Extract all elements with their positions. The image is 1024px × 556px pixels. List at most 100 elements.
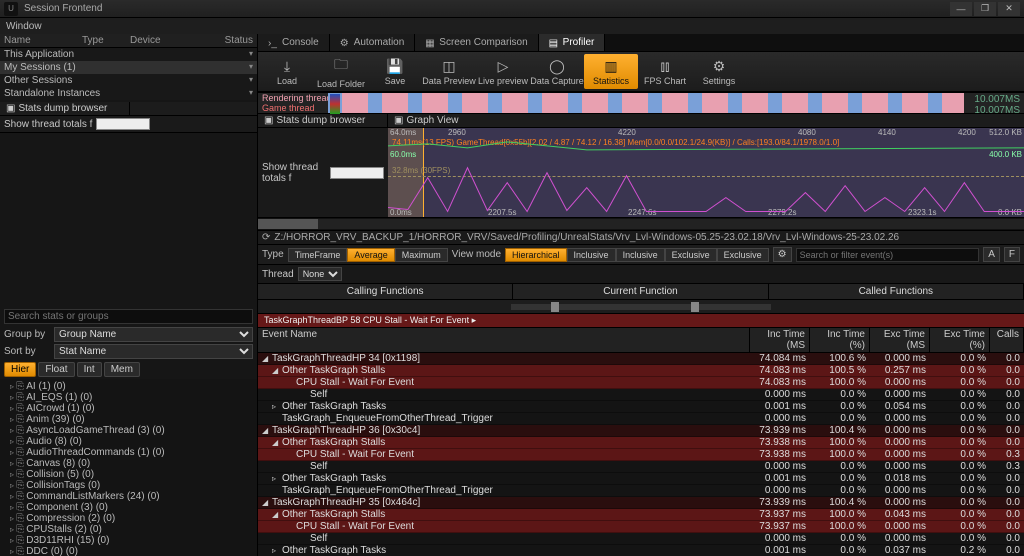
expand-icon[interactable]: ▣ bbox=[6, 103, 15, 114]
window-maximize-button[interactable]: ❐ bbox=[974, 2, 996, 16]
event-row[interactable]: ▹Other TaskGraph Tasks0.001 ms0.0 %0.018… bbox=[258, 473, 1024, 485]
col-exc-pct[interactable]: Exc Time (%) bbox=[930, 328, 990, 352]
type-option-maximum[interactable]: Maximum bbox=[395, 248, 448, 262]
menu-window[interactable]: Window bbox=[6, 21, 42, 32]
event-search-input[interactable] bbox=[796, 248, 980, 262]
view-option-hierarchical-0[interactable]: Hierarchical bbox=[505, 248, 567, 262]
stat-group-item[interactable]: ⎘D3D11RHI (15) (0) bbox=[8, 535, 255, 546]
event-row[interactable]: TaskGraph_EnqueueFromOtherThread_Trigger… bbox=[258, 413, 1024, 425]
hier-tab-button[interactable]: Hier bbox=[4, 362, 36, 377]
col-calls[interactable]: Calls bbox=[990, 328, 1024, 352]
tab-profiler[interactable]: ▤Profiler bbox=[539, 34, 606, 51]
stat-group-item[interactable]: ⎘AsyncLoadGameThread (3) (0) bbox=[8, 425, 255, 436]
event-row[interactable]: ◢TaskGraphThreadHP 35 [0x464c]73.939 ms1… bbox=[258, 497, 1024, 509]
calling-functions-header[interactable]: Calling Functions bbox=[258, 284, 513, 299]
type-option-average[interactable]: Average bbox=[347, 248, 394, 262]
graph-view[interactable]: 74.11ms(13 FPS) GameThread[0x55b][2.02 /… bbox=[388, 128, 1024, 218]
event-row[interactable]: TaskGraph_EnqueueFromOtherThread_Trigger… bbox=[258, 485, 1024, 497]
session-group[interactable]: Standalone Instances▾ bbox=[0, 87, 257, 100]
stat-group-item[interactable]: ⎘CommandListMarkers (24) (0) bbox=[8, 491, 255, 502]
view-option-inclusive-2[interactable]: Inclusive bbox=[616, 248, 665, 262]
tool-data-preview[interactable]: ◫Data Preview bbox=[422, 54, 476, 89]
view-option-exclusive-3[interactable]: Exclusive bbox=[665, 248, 717, 262]
stat-group-item[interactable]: ⎘CollisionTags (0) bbox=[8, 480, 255, 491]
tool-settings[interactable]: ⚙Settings bbox=[692, 54, 746, 89]
tool-load-folder[interactable]: 🗀Load Folder bbox=[314, 54, 368, 89]
col-device[interactable]: Device bbox=[130, 35, 200, 46]
stat-group-item[interactable]: ⎘Compression (2) (0) bbox=[8, 513, 255, 524]
event-table-body[interactable]: ◢TaskGraphThreadHP 34 [0x1198]74.084 ms1… bbox=[258, 353, 1024, 556]
mem-tab-button[interactable]: Mem bbox=[104, 362, 140, 377]
thread-overview-strip[interactable]: Rendering thread Game thread 10.007MS10.… bbox=[258, 92, 1024, 114]
filter-f-button[interactable]: F bbox=[1004, 247, 1020, 262]
tab-console[interactable]: ›_Console bbox=[258, 34, 330, 51]
tool-data-capture[interactable]: ◯Data Capture bbox=[530, 54, 584, 89]
window-close-button[interactable]: ✕ bbox=[998, 2, 1020, 16]
event-row[interactable]: CPU Stall - Wait For Event73.938 ms100.0… bbox=[258, 449, 1024, 461]
int-tab-button[interactable]: Int bbox=[77, 362, 102, 377]
tool-live-preview[interactable]: ▷Live preview bbox=[476, 54, 530, 89]
type-option-timeframe[interactable]: TimeFrame bbox=[288, 248, 348, 262]
current-function-header[interactable]: Current Function bbox=[513, 284, 768, 299]
session-group[interactable]: My Sessions (1)▾ bbox=[0, 61, 257, 74]
graph-scrollbar[interactable] bbox=[258, 218, 1024, 230]
breadcrumb[interactable]: TaskGraphThreadBP 58 CPU Stall - Wait Fo… bbox=[258, 314, 1024, 328]
col-type[interactable]: Type bbox=[82, 35, 130, 46]
stat-group-item[interactable]: ⎘CPUStalls (2) (0) bbox=[8, 524, 255, 535]
sort-by-select[interactable]: Stat Name bbox=[54, 344, 253, 359]
session-group[interactable]: This Application▾ bbox=[0, 48, 257, 61]
thread-filter-select[interactable]: None bbox=[298, 267, 342, 281]
event-row[interactable]: ◢Other TaskGraph Stalls73.937 ms100.0 %0… bbox=[258, 509, 1024, 521]
refresh-icon[interactable]: ⟳ bbox=[262, 232, 270, 243]
event-row[interactable]: CPU Stall - Wait For Event73.937 ms100.0… bbox=[258, 521, 1024, 533]
stat-group-item[interactable]: ⎘AI_EQS (1) (0) bbox=[8, 392, 255, 403]
stat-group-item[interactable]: ⎘Canvas (8) (0) bbox=[8, 458, 255, 469]
col-exc-ms[interactable]: Exc Time (MS bbox=[870, 328, 930, 352]
graph-scrollbar-thumb[interactable] bbox=[258, 219, 318, 229]
float-tab-button[interactable]: Float bbox=[38, 362, 74, 377]
session-group[interactable]: Other Sessions▾ bbox=[0, 74, 257, 87]
event-row[interactable]: ▹Other TaskGraph Tasks0.001 ms0.0 %0.054… bbox=[258, 401, 1024, 413]
view-option-exclusive-4[interactable]: Exclusive bbox=[717, 248, 769, 262]
function-split-slider[interactable] bbox=[258, 300, 1024, 314]
event-row[interactable]: ◢TaskGraphThreadHP 36 [0x30c4]73.939 ms1… bbox=[258, 425, 1024, 437]
col-status[interactable]: Status bbox=[200, 35, 253, 46]
stat-group-item[interactable]: ⎘DDC (0) (0) bbox=[8, 546, 255, 556]
tab-screen-comparison[interactable]: ▦Screen Comparison bbox=[415, 34, 538, 51]
col-event-name[interactable]: Event Name bbox=[258, 328, 750, 352]
filter-a-button[interactable]: A bbox=[983, 247, 1000, 262]
filter-gear-icon[interactable]: ⚙ bbox=[773, 247, 792, 262]
stats-search-input[interactable] bbox=[4, 309, 253, 324]
event-row[interactable]: ▹Other TaskGraph Tasks0.001 ms0.0 %0.037… bbox=[258, 545, 1024, 556]
event-row[interactable]: CPU Stall - Wait For Event74.083 ms100.0… bbox=[258, 377, 1024, 389]
stat-group-item[interactable]: ⎘AI (1) (0) bbox=[8, 381, 255, 392]
group-by-select[interactable]: Group Name bbox=[54, 327, 253, 342]
stat-group-item[interactable]: ⎘AICrowd (1) (0) bbox=[8, 403, 255, 414]
event-row[interactable]: Self0.000 ms0.0 %0.000 ms0.0 %0.0 bbox=[258, 533, 1024, 545]
stat-group-item[interactable]: ⎘Anim (39) (0) bbox=[8, 414, 255, 425]
slider-handle-right[interactable] bbox=[691, 302, 699, 312]
tool-save[interactable]: 💾Save bbox=[368, 54, 422, 89]
event-row[interactable]: ◢TaskGraphThreadHP 34 [0x1198]74.084 ms1… bbox=[258, 353, 1024, 365]
event-row[interactable]: ◢Other TaskGraph Stalls73.938 ms100.0 %0… bbox=[258, 437, 1024, 449]
slider-handle-left[interactable] bbox=[551, 302, 559, 312]
view-option-inclusive-1[interactable]: Inclusive bbox=[567, 248, 616, 262]
stat-group-item[interactable]: ⎘Collision (5) (0) bbox=[8, 469, 255, 480]
stat-group-item[interactable]: ⎘Audio (8) (0) bbox=[8, 436, 255, 447]
col-inc-pct[interactable]: Inc Time (%) bbox=[810, 328, 870, 352]
tool-load[interactable]: ⤓Load bbox=[260, 54, 314, 89]
stat-group-tree[interactable]: ⎘AI (1) (0)⎘AI_EQS (1) (0)⎘AICrowd (1) (… bbox=[0, 379, 257, 556]
window-minimize-button[interactable]: — bbox=[950, 2, 972, 16]
show-thread-totals-input-2[interactable] bbox=[330, 167, 384, 179]
expand-icon[interactable]: ▣ bbox=[264, 115, 273, 126]
event-row[interactable]: Self0.000 ms0.0 %0.000 ms0.0 %0.3 bbox=[258, 461, 1024, 473]
stat-group-item[interactable]: ⎘Component (3) (0) bbox=[8, 502, 255, 513]
called-functions-header[interactable]: Called Functions bbox=[769, 284, 1024, 299]
tool-fps-chart[interactable]: ⫾⫾FPS Chart bbox=[638, 54, 692, 89]
col-inc-ms[interactable]: Inc Time (MS bbox=[750, 328, 810, 352]
expand-icon[interactable]: ▣ bbox=[394, 115, 403, 126]
show-thread-totals-input[interactable] bbox=[96, 118, 150, 130]
event-row[interactable]: ◢Other TaskGraph Stalls74.083 ms100.5 %0… bbox=[258, 365, 1024, 377]
tool-statistics[interactable]: ▥Statistics bbox=[584, 54, 638, 89]
col-name[interactable]: Name bbox=[4, 35, 82, 46]
